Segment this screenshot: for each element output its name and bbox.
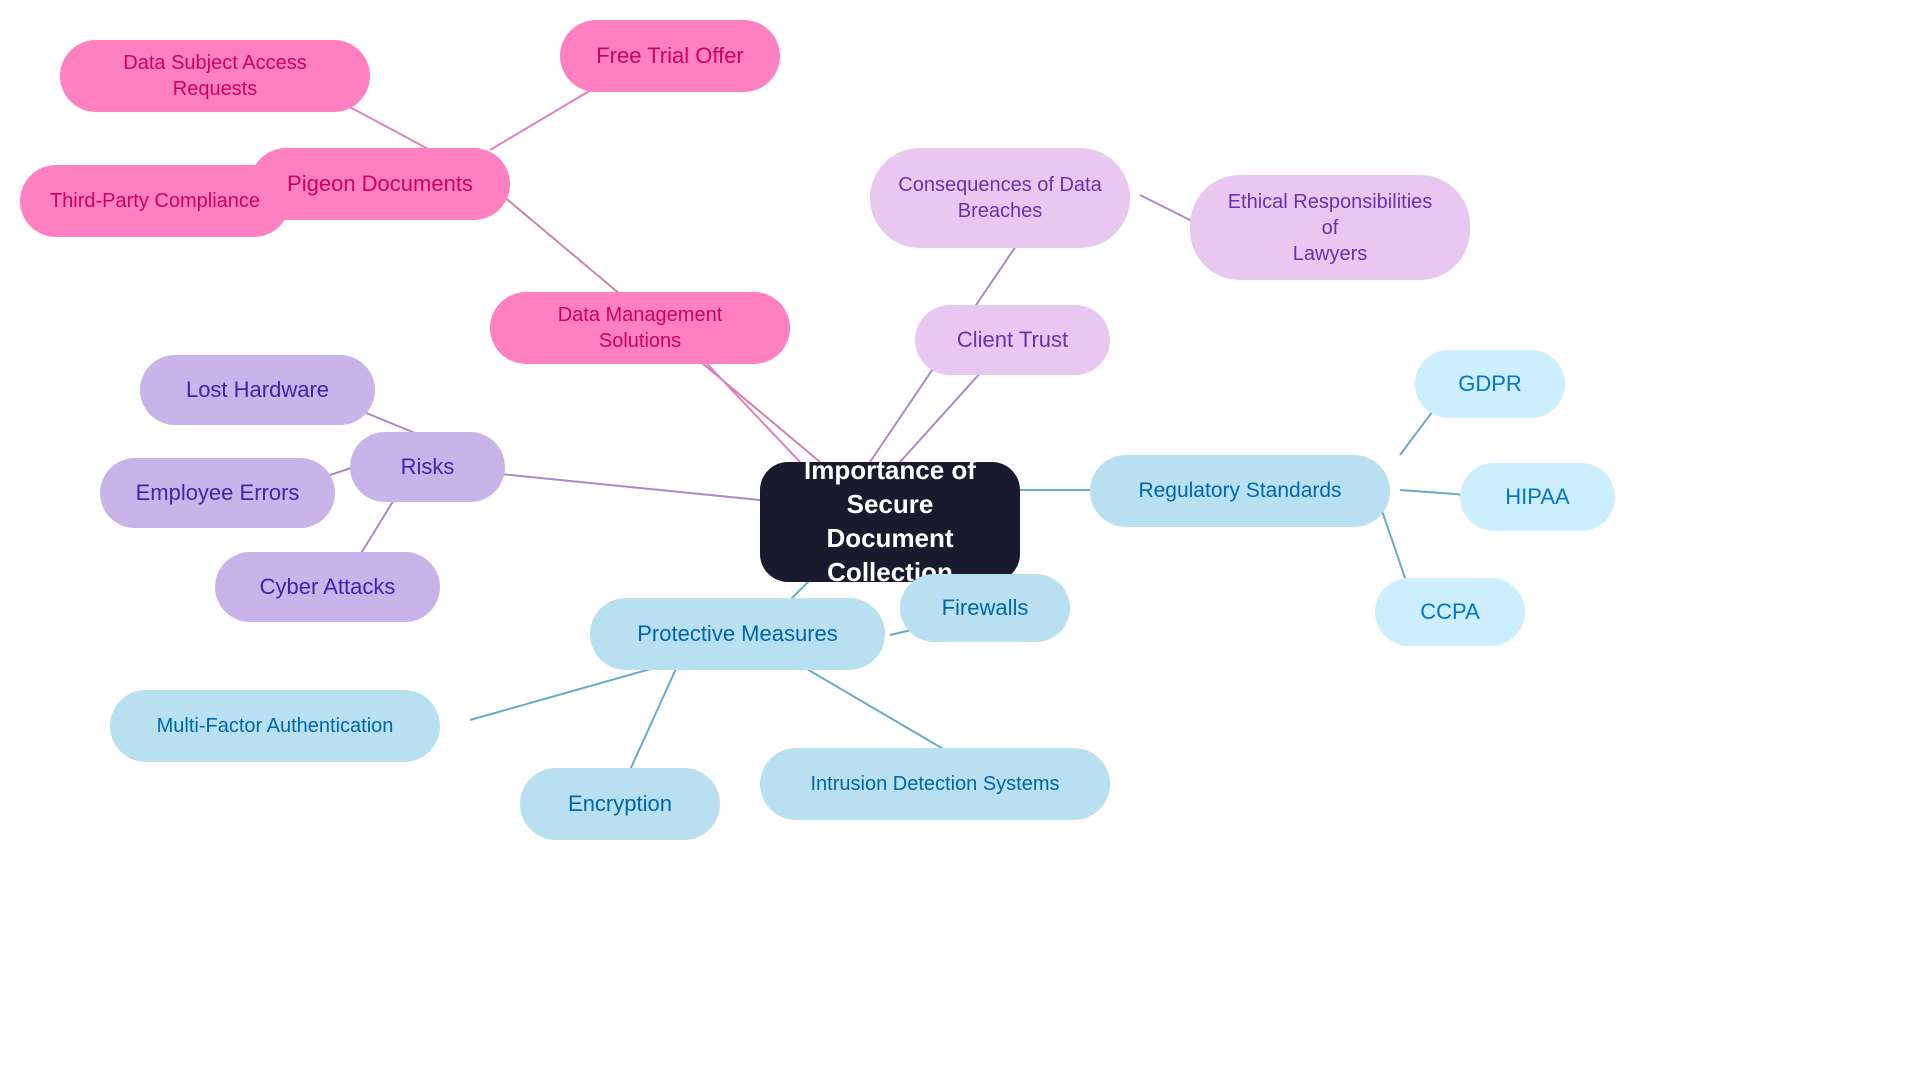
employee-errors-node: Employee Errors: [100, 458, 335, 528]
gdpr-node: GDPR: [1415, 350, 1565, 418]
client-trust-node: Client Trust: [915, 305, 1110, 375]
lost-hardware-label: Lost Hardware: [186, 376, 329, 405]
firewalls-node: Firewalls: [900, 574, 1070, 642]
firewalls-label: Firewalls: [942, 594, 1029, 623]
consequences-node: Consequences of Data Breaches: [870, 148, 1130, 248]
free-trial-label: Free Trial Offer: [596, 42, 744, 71]
gdpr-label: GDPR: [1458, 370, 1522, 399]
ethical-label: Ethical Responsibilities of Lawyers: [1218, 189, 1442, 267]
ccpa-label: CCPA: [1420, 598, 1480, 627]
consequences-label: Consequences of Data Breaches: [898, 172, 1101, 224]
risks-node: Risks: [350, 432, 505, 502]
hipaa-node: HIPAA: [1460, 463, 1615, 531]
hipaa-label: HIPAA: [1505, 483, 1569, 512]
cyber-attacks-label: Cyber Attacks: [260, 573, 396, 602]
center-node: Importance of Secure Document Collection: [760, 462, 1020, 582]
pigeon-documents-label: Pigeon Documents: [287, 170, 473, 199]
center-label: Importance of Secure Document Collection: [800, 454, 980, 589]
free-trial-node: Free Trial Offer: [560, 20, 780, 92]
employee-errors-label: Employee Errors: [136, 479, 300, 508]
encryption-label: Encryption: [568, 790, 672, 819]
mfa-node: Multi-Factor Authentication: [110, 690, 440, 762]
data-subject-node: Data Subject Access Requests: [60, 40, 370, 112]
data-subject-label: Data Subject Access Requests: [88, 50, 342, 102]
mfa-label: Multi-Factor Authentication: [157, 713, 394, 739]
lost-hardware-node: Lost Hardware: [140, 355, 375, 425]
ethical-node: Ethical Responsibilities of Lawyers: [1190, 175, 1470, 280]
encryption-node: Encryption: [520, 768, 720, 840]
intrusion-label: Intrusion Detection Systems: [811, 771, 1060, 797]
regulatory-node: Regulatory Standards: [1090, 455, 1390, 527]
risks-label: Risks: [401, 453, 455, 482]
ccpa-node: CCPA: [1375, 578, 1525, 646]
protective-node: Protective Measures: [590, 598, 885, 670]
client-trust-label: Client Trust: [957, 326, 1068, 355]
third-party-node: Third-Party Compliance: [20, 165, 290, 237]
third-party-label: Third-Party Compliance: [50, 188, 260, 214]
data-management-label: Data Management Solutions: [518, 302, 762, 354]
cyber-attacks-node: Cyber Attacks: [215, 552, 440, 622]
data-management-node: Data Management Solutions: [490, 292, 790, 364]
intrusion-node: Intrusion Detection Systems: [760, 748, 1110, 820]
regulatory-label: Regulatory Standards: [1138, 477, 1341, 504]
protective-label: Protective Measures: [637, 620, 838, 649]
